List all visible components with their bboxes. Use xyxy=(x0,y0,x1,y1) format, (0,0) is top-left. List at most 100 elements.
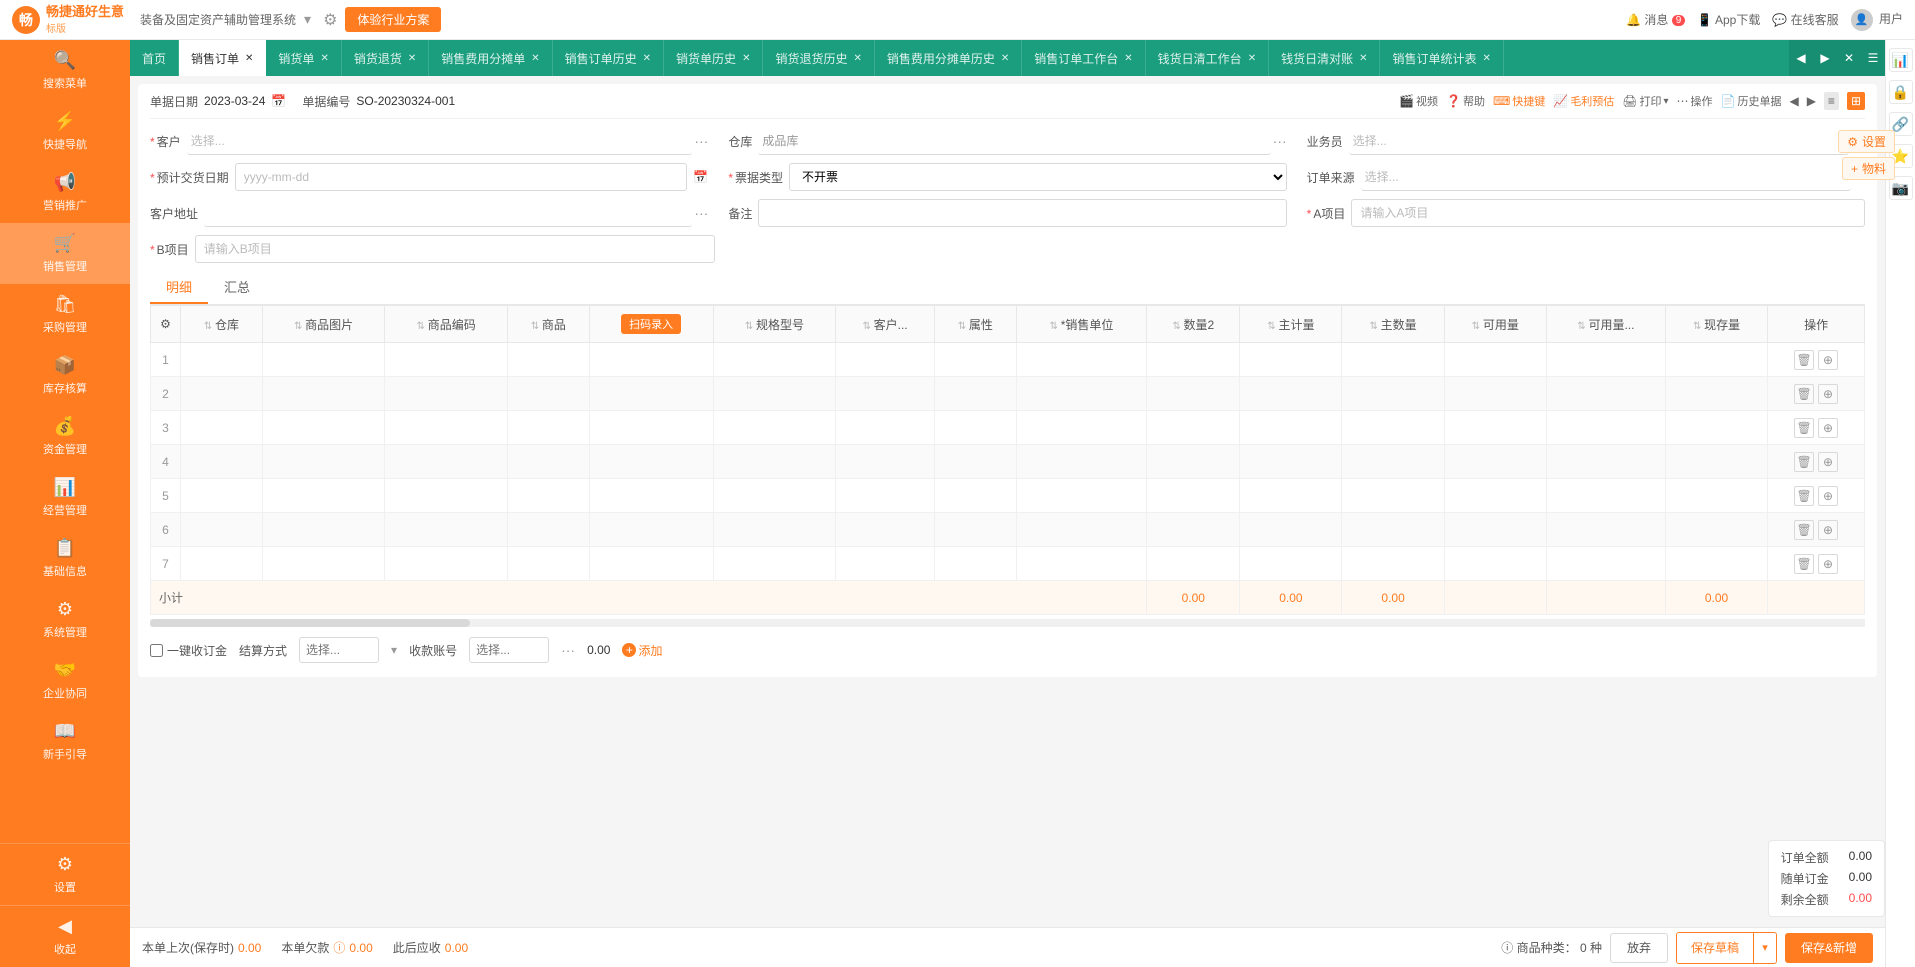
tab-close-6[interactable]: ✕ xyxy=(742,53,750,64)
sidebar-item-4[interactable]: 🛍采购管理 xyxy=(0,284,130,345)
customer-address-input[interactable] xyxy=(204,199,692,227)
tab-close-9[interactable]: ✕ xyxy=(1124,53,1132,64)
tab-item-5[interactable]: 销售订单历史✕ xyxy=(553,40,664,76)
history-btn[interactable]: 📄 历史单据 xyxy=(1721,93,1782,109)
warehouse-input[interactable] xyxy=(758,127,1270,155)
tab-close-5[interactable]: ✕ xyxy=(643,53,651,64)
tab-prev-btn[interactable]: ◀ xyxy=(1789,40,1813,76)
tab-item-1[interactable]: 销售订单✕ xyxy=(179,40,266,76)
col-header-13[interactable]: ⇅ 可用量 xyxy=(1444,306,1546,343)
user-btn[interactable]: 👤 用户 xyxy=(1851,9,1903,31)
sidebar-item-9[interactable]: ⚙系统管理 xyxy=(0,589,130,650)
delivery-calendar-icon[interactable]: 📅 xyxy=(693,170,708,184)
tab-close-7[interactable]: ✕ xyxy=(853,53,861,64)
tab-close-4[interactable]: ✕ xyxy=(531,53,539,64)
column-settings-button[interactable]: ⚙ 设置 xyxy=(1838,130,1885,153)
row-copy-4[interactable]: ⊕ xyxy=(1818,452,1838,472)
col-header-12[interactable]: ⇅ 主数量 xyxy=(1342,306,1444,343)
tab-summary[interactable]: 汇总 xyxy=(208,271,266,304)
notifications-btn[interactable]: 🔔 消息 9 xyxy=(1626,11,1685,28)
sidebar-item-2[interactable]: 📢营销推广 xyxy=(0,162,130,223)
solution-button[interactable]: 体验行业方案 xyxy=(345,7,441,32)
save-new-button[interactable]: 保存&新增 xyxy=(1785,933,1873,963)
order-source-input[interactable] xyxy=(1361,163,1851,191)
print-btn[interactable]: 🖨 打印 ▾ xyxy=(1622,93,1668,109)
sidebar-item-0[interactable]: 🔍搜索菜单 xyxy=(0,40,130,101)
tab-item-2[interactable]: 销货单✕ xyxy=(266,40,341,76)
sidebar-item-5[interactable]: 📦库存核算 xyxy=(0,345,130,406)
payment-method-input[interactable] xyxy=(299,637,379,663)
scan-btn[interactable]: 扫码录入 xyxy=(621,314,681,334)
invoice-type-select[interactable]: 不开票 增值税普通发票 增值税专用发票 xyxy=(789,163,1287,191)
row-delete-6[interactable]: 🗑 xyxy=(1794,520,1814,540)
delivery-date-input[interactable] xyxy=(235,163,688,191)
sidebar-item-1[interactable]: ⚡快捷导航 xyxy=(0,101,130,162)
system-dropdown-icon[interactable]: ▾ xyxy=(304,11,311,28)
view-toggle-grid[interactable]: ⊞ xyxy=(1847,92,1865,110)
tab-item-6[interactable]: 销货单历史✕ xyxy=(664,40,763,76)
row-copy-3[interactable]: ⊕ xyxy=(1818,418,1838,438)
account-input[interactable] xyxy=(469,637,549,663)
tab-close-12[interactable]: ✕ xyxy=(1483,53,1491,64)
tab-close-2[interactable]: ✕ xyxy=(320,53,328,64)
save-draft-button[interactable]: 保存草稿 xyxy=(1677,933,1754,963)
settings-icon[interactable]: ⚙ xyxy=(323,10,337,30)
warehouse-more-icon[interactable]: ··· xyxy=(1273,133,1287,149)
tab-item-8[interactable]: 销售费用分摊单历史✕ xyxy=(875,40,1022,76)
one-click-checkbox[interactable]: 一键收订金 xyxy=(150,642,227,659)
tab-close-8[interactable]: ✕ xyxy=(1001,53,1009,64)
tab-close-1[interactable]: ✕ xyxy=(245,53,253,64)
a-project-input[interactable] xyxy=(1351,199,1865,227)
save-draft-dropdown-icon[interactable]: ▾ xyxy=(1754,933,1776,963)
add-payment-btn[interactable]: + 添加 xyxy=(622,642,662,659)
col-header-14[interactable]: ⇅ 可用量... xyxy=(1546,306,1665,343)
tab-item-0[interactable]: 首页 xyxy=(130,40,179,76)
right-lock-icon[interactable]: 🔒 xyxy=(1889,80,1913,104)
sidebar-bottom-item-1[interactable]: ◀收起 xyxy=(0,905,130,967)
row-delete-3[interactable]: 🗑 xyxy=(1794,418,1814,438)
operations-btn[interactable]: ⋯ 操作 xyxy=(1677,93,1713,109)
pager-prev-icon[interactable]: ◀ xyxy=(1789,94,1798,108)
row-delete-5[interactable]: 🗑 xyxy=(1794,486,1814,506)
help-btn[interactable]: ❓ 帮助 xyxy=(1446,93,1485,109)
row-delete-7[interactable]: 🗑 xyxy=(1794,554,1814,574)
col-header-8[interactable]: ⇅ 属性 xyxy=(934,306,1016,343)
sidebar-item-11[interactable]: 📖新手引导 xyxy=(0,711,130,772)
online-support-btn[interactable]: 💬 在线客服 xyxy=(1772,11,1838,28)
col-header-6[interactable]: ⇅ 规格型号 xyxy=(713,306,836,343)
account-more-icon[interactable]: ··· xyxy=(561,642,575,658)
tab-close-3[interactable]: ✕ xyxy=(408,53,416,64)
sidebar-item-8[interactable]: 📋基础信息 xyxy=(0,528,130,589)
video-btn[interactable]: 🎬 视频 xyxy=(1399,93,1438,109)
discard-button[interactable]: 放弃 xyxy=(1610,933,1668,963)
remark-input[interactable] xyxy=(758,199,1286,227)
tab-item-12[interactable]: 销售订单统计表✕ xyxy=(1380,40,1503,76)
tab-item-9[interactable]: 销售订单工作台✕ xyxy=(1022,40,1145,76)
col-header-2[interactable]: ⇅ 商品图片 xyxy=(262,306,385,343)
col-header-9[interactable]: ⇅ *销售单位 xyxy=(1016,306,1146,343)
sidebar-item-10[interactable]: 🤝企业协同 xyxy=(0,650,130,711)
profit-preview-btn[interactable]: 📈 毛利预估 xyxy=(1553,93,1614,109)
address-more-icon[interactable]: ··· xyxy=(694,205,708,221)
right-chart-icon[interactable]: 📊 xyxy=(1889,48,1913,72)
col-header-4[interactable]: ⇅ 商品 xyxy=(507,306,589,343)
row-copy-2[interactable]: ⊕ xyxy=(1818,384,1838,404)
tab-detail[interactable]: 明细 xyxy=(150,271,208,304)
row-delete-1[interactable]: 🗑 xyxy=(1794,350,1814,370)
row-delete-2[interactable]: 🗑 xyxy=(1794,384,1814,404)
row-copy-5[interactable]: ⊕ xyxy=(1818,486,1838,506)
tab-close-11[interactable]: ✕ xyxy=(1359,53,1367,64)
tab-item-3[interactable]: 销货退货✕ xyxy=(342,40,429,76)
customer-more-icon[interactable]: ··· xyxy=(694,133,708,149)
col-header-1[interactable]: ⇅ 仓库 xyxy=(181,306,263,343)
col-header-11[interactable]: ⇅ 主计量 xyxy=(1240,306,1342,343)
sidebar-item-6[interactable]: 💰资金管理 xyxy=(0,406,130,467)
row-delete-4[interactable]: 🗑 xyxy=(1794,452,1814,472)
tab-item-10[interactable]: 钱货日清工作台✕ xyxy=(1146,40,1269,76)
row-copy-6[interactable]: ⊕ xyxy=(1818,520,1838,540)
col-header-3[interactable]: ⇅ 商品编码 xyxy=(385,306,508,343)
tab-close-10[interactable]: ✕ xyxy=(1248,53,1256,64)
tab-close-all-btn[interactable]: ✕ xyxy=(1837,40,1861,76)
col-header-10[interactable]: ⇅ 数量2 xyxy=(1147,306,1240,343)
sidebar-item-3[interactable]: 🛒销售管理 xyxy=(0,223,130,284)
